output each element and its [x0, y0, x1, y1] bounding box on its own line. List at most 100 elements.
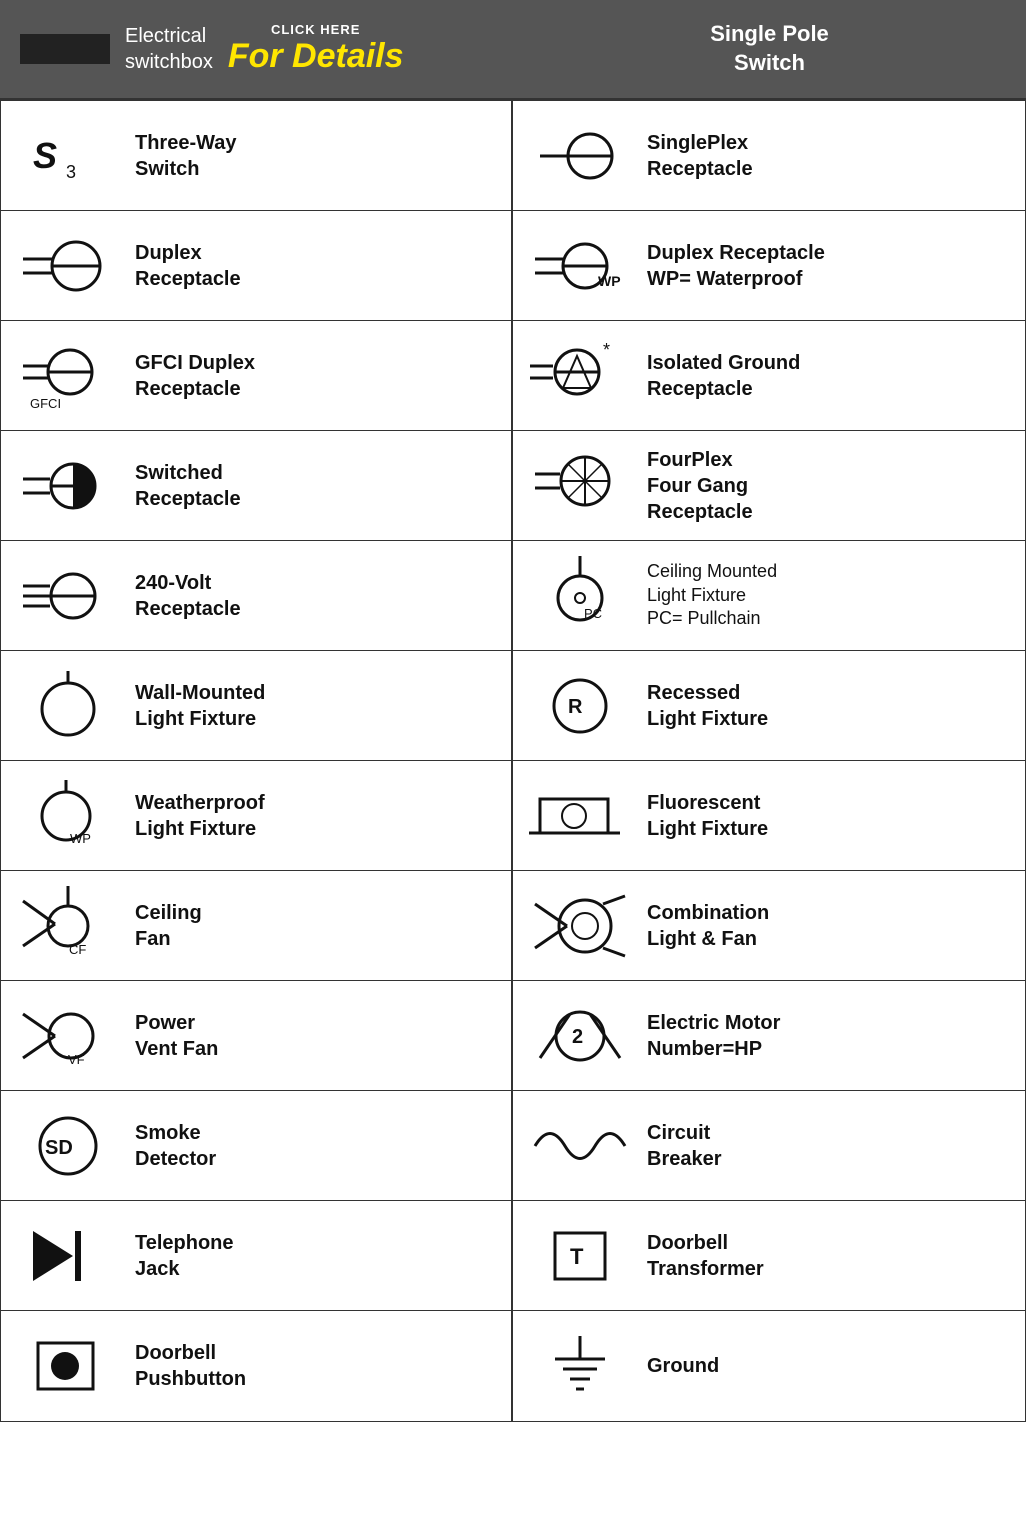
symbol-isolated-ground: * — [525, 336, 635, 416]
symbol-doorbell-transformer: T — [525, 1221, 635, 1291]
svg-text:R: R — [568, 696, 583, 718]
label-combo-light-fan: CombinationLight & Fan — [647, 900, 769, 952]
cell-doorbell-pushbutton: DoorbellPushbutton — [1, 1311, 513, 1421]
label-switched: SwitchedReceptacle — [135, 460, 241, 512]
table-row: GFCI GFCI DuplexReceptacle * Isolated Gr… — [1, 321, 1025, 431]
table-row: 240-VoltReceptacle PC Ceiling MountedLig… — [1, 541, 1025, 651]
symbol-three-way-switch: S 3 — [13, 126, 123, 186]
header-right-text: Single PoleSwitch — [710, 20, 829, 77]
svg-text:GFCI: GFCI — [30, 396, 61, 411]
symbol-fluorescent — [525, 781, 635, 851]
label-doorbell-pushbutton: DoorbellPushbutton — [135, 1340, 246, 1392]
click-here-text[interactable]: CLICK HERE — [228, 22, 404, 37]
cell-weatherproof: WP WeatherproofLight Fixture — [1, 761, 513, 870]
label-ceiling-mounted: Ceiling MountedLight FixturePC= Pullchai… — [647, 560, 777, 630]
table-row: VF PowerVent Fan 2 Electric MotorNumber=… — [1, 981, 1025, 1091]
table-row: SwitchedReceptacle FourPlexFour GangRece… — [1, 431, 1025, 541]
cell-electric-motor: 2 Electric MotorNumber=HP — [513, 981, 1025, 1090]
cell-fluorescent: FluorescentLight Fixture — [513, 761, 1025, 870]
cell-combo-light-fan: CombinationLight & Fan — [513, 871, 1025, 980]
svg-text:WP: WP — [598, 273, 621, 289]
svg-text:CF: CF — [69, 942, 86, 957]
label-duplex-wp: Duplex ReceptacleWP= Waterproof — [647, 240, 825, 292]
svg-text:WP: WP — [70, 831, 91, 846]
svg-text:*: * — [603, 340, 610, 360]
svg-text:VF: VF — [68, 1052, 85, 1067]
cell-isolated-ground: * Isolated GroundReceptacle — [513, 321, 1025, 430]
symbol-smoke-detector: SD — [13, 1111, 123, 1181]
label-ground: Ground — [647, 1353, 719, 1379]
label-ceiling-fan: CeilingFan — [135, 900, 202, 952]
cell-telephone-jack: TelephoneJack — [1, 1201, 513, 1310]
click-here-block[interactable]: CLICK HERE For Details — [228, 22, 404, 76]
symbol-telephone-jack — [13, 1221, 123, 1291]
cell-circuit-breaker: CircuitBreaker — [513, 1091, 1025, 1200]
svg-text:S: S — [33, 135, 57, 176]
cell-fourplex: FourPlexFour GangReceptacle — [513, 431, 1025, 540]
label-electric-motor: Electric MotorNumber=HP — [647, 1010, 780, 1062]
cell-three-way-switch: S 3 Three-WaySwitch — [1, 101, 513, 210]
cell-power-vent: VF PowerVent Fan — [1, 981, 513, 1090]
cell-singleplex: SinglePlexReceptacle — [513, 101, 1025, 210]
label-telephone-jack: TelephoneJack — [135, 1230, 234, 1282]
symbol-circuit-breaker — [525, 1111, 635, 1181]
cell-wall-mounted: Wall-MountedLight Fixture — [1, 651, 513, 760]
symbol-fourplex — [525, 446, 635, 526]
symbol-ground — [525, 1331, 635, 1401]
label-wall-mounted: Wall-MountedLight Fixture — [135, 680, 265, 732]
cell-240volt: 240-VoltReceptacle — [1, 541, 513, 650]
table-row: TelephoneJack T DoorbellTransformer — [1, 1201, 1025, 1311]
table-row: S 3 Three-WaySwitch SinglePlexReceptacle — [1, 101, 1025, 211]
table-row: DoorbellPushbutton Ground — [1, 1311, 1025, 1421]
symbol-weatherproof: WP — [13, 778, 123, 853]
svg-text:T: T — [570, 1244, 584, 1269]
table-row: DuplexReceptacle WP Duplex ReceptacleWP=… — [1, 211, 1025, 321]
cell-switched: SwitchedReceptacle — [1, 431, 513, 540]
header-switchbox-label: Electricalswitchbox — [125, 23, 213, 75]
table-row: CF CeilingFan Combin — [1, 871, 1025, 981]
symbol-recessed: R — [525, 671, 635, 741]
symbol-wall-mounted — [13, 671, 123, 741]
cell-duplex: DuplexReceptacle — [1, 211, 513, 320]
label-duplex: DuplexReceptacle — [135, 240, 241, 292]
label-fluorescent: FluorescentLight Fixture — [647, 790, 768, 842]
symbol-duplex-wp: WP — [525, 231, 635, 301]
symbol-duplex — [13, 231, 123, 301]
cell-gfci: GFCI GFCI DuplexReceptacle — [1, 321, 513, 430]
symbol-gfci: GFCI — [13, 336, 123, 416]
cell-ground: Ground — [513, 1311, 1025, 1421]
cell-doorbell-transformer: T DoorbellTransformer — [513, 1201, 1025, 1310]
for-details-text[interactable]: For Details — [228, 37, 404, 76]
symbol-combo-light-fan — [525, 886, 635, 966]
svg-text:3: 3 — [66, 162, 76, 182]
symbol-ceiling-mounted: PC — [525, 556, 635, 636]
cell-ceiling-fan: CF CeilingFan — [1, 871, 513, 980]
svg-text:SD: SD — [45, 1137, 73, 1159]
label-three-way-switch: Three-WaySwitch — [135, 130, 237, 182]
symbol-singleplex — [525, 121, 635, 191]
label-240volt: 240-VoltReceptacle — [135, 570, 241, 622]
header-right: Single PoleSwitch — [513, 10, 1026, 87]
cell-smoke-detector: SD SmokeDetector — [1, 1091, 513, 1200]
label-fourplex: FourPlexFour GangReceptacle — [647, 447, 753, 525]
label-power-vent: PowerVent Fan — [135, 1010, 218, 1062]
svg-text:PC: PC — [584, 606, 602, 621]
switchbox-symbol — [20, 34, 110, 64]
label-isolated-ground: Isolated GroundReceptacle — [647, 350, 800, 402]
symbol-power-vent: VF — [13, 996, 123, 1076]
cell-duplex-wp: WP Duplex ReceptacleWP= Waterproof — [513, 211, 1025, 320]
label-smoke-detector: SmokeDetector — [135, 1120, 216, 1172]
header-left: Electricalswitchbox CLICK HERE For Detai… — [0, 12, 513, 86]
label-recessed: RecessedLight Fixture — [647, 680, 768, 732]
symbol-switched — [13, 451, 123, 521]
label-circuit-breaker: CircuitBreaker — [647, 1120, 722, 1172]
table-row: WP WeatherproofLight Fixture Fluorescent… — [1, 761, 1025, 871]
label-doorbell-transformer: DoorbellTransformer — [647, 1230, 764, 1282]
symbol-table: S 3 Three-WaySwitch SinglePlexReceptacle — [0, 100, 1026, 1422]
label-gfci: GFCI DuplexReceptacle — [135, 350, 255, 402]
symbol-240volt — [13, 561, 123, 631]
header: Electricalswitchbox CLICK HERE For Detai… — [0, 0, 1026, 100]
svg-text:2: 2 — [572, 1026, 583, 1048]
cell-ceiling-mounted: PC Ceiling MountedLight FixturePC= Pullc… — [513, 541, 1025, 650]
symbol-doorbell-pushbutton — [13, 1331, 123, 1401]
